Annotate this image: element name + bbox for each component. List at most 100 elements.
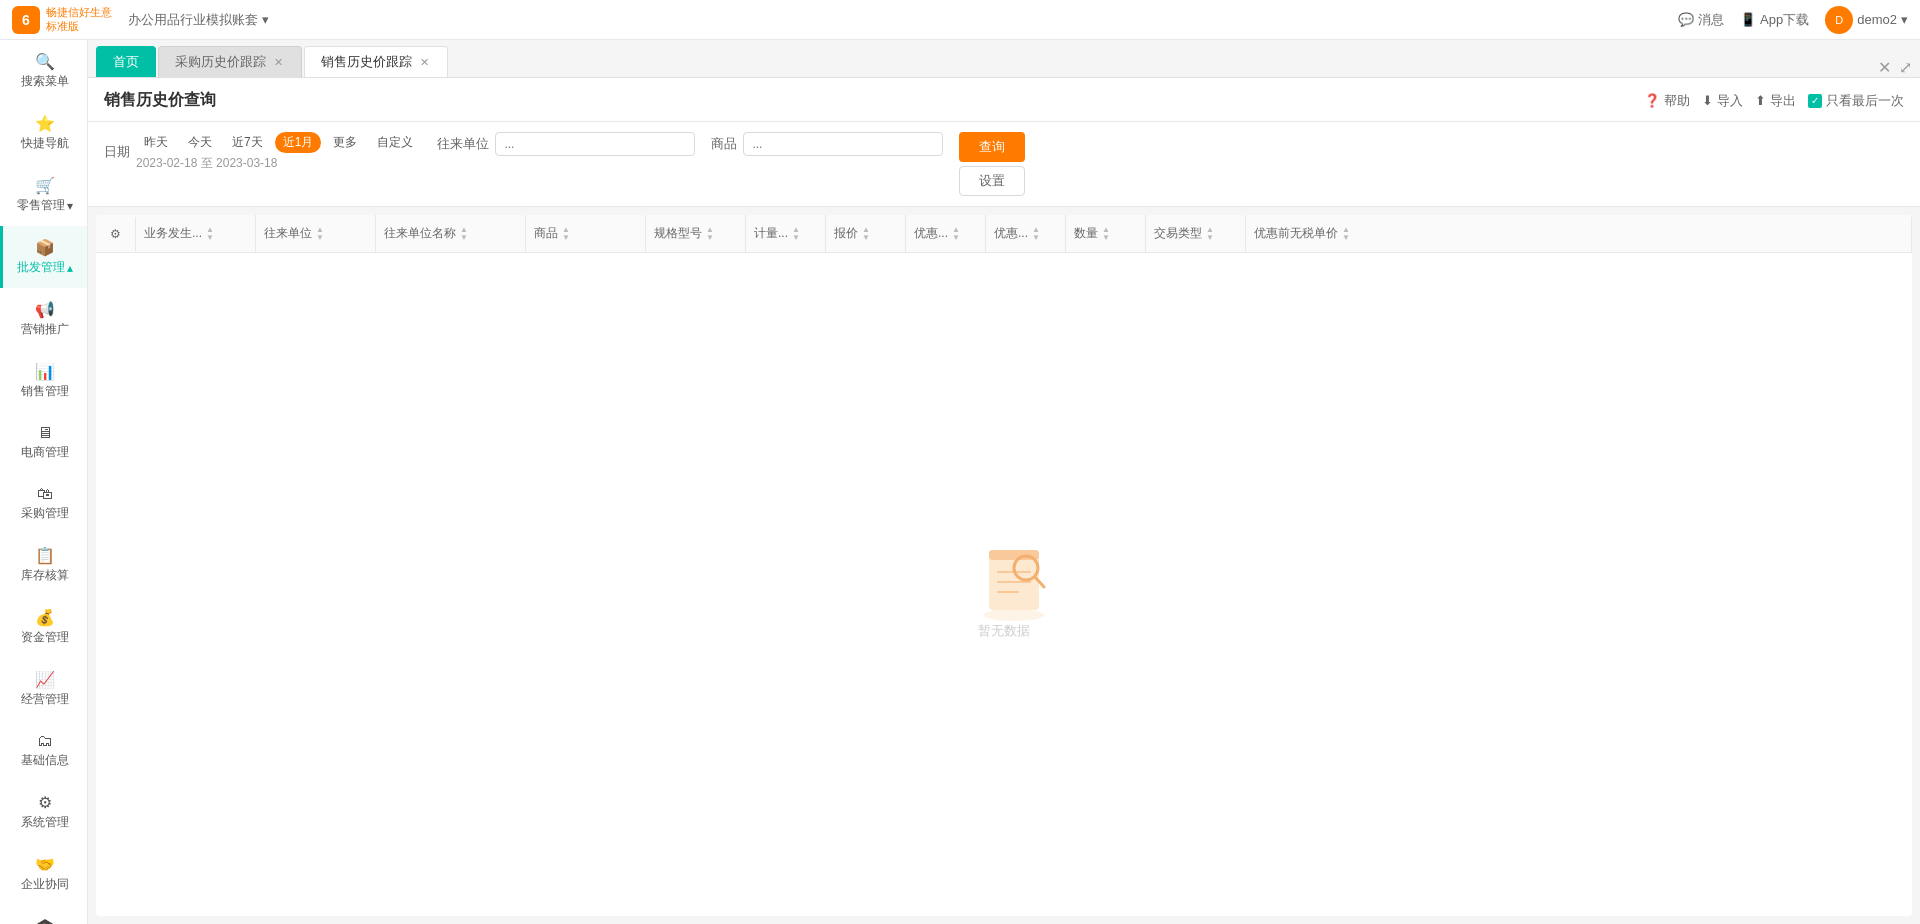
goods-label: 商品 (711, 135, 737, 153)
th-spec[interactable]: 规格型号 ▲▼ (646, 215, 746, 252)
logo-area: 6 畅捷信好生意 标准版 (12, 6, 112, 34)
message-icon: 💬 (1678, 12, 1694, 27)
logo-icon: 6 (12, 6, 40, 34)
sidebar-item-newbie[interactable]: 🎓 新手引导 (0, 905, 87, 924)
header-actions: ❓ 帮助 ⬇ 导入 ⬆ 导出 ✓ 只看最后一次 (1644, 92, 1904, 110)
goods-input-wrapper (743, 132, 943, 156)
user-menu-button[interactable]: D demo2 ▾ (1825, 6, 1908, 34)
th-unit-name[interactable]: 往来单位名称 ▲▼ (376, 215, 526, 252)
sort-icons-pretax: ▲▼ (1342, 226, 1350, 242)
sales-history-tab-close[interactable]: ✕ (418, 55, 431, 70)
logo-text: 畅捷信好生意 标准版 (46, 6, 112, 32)
sidebar-item-operations[interactable]: 📈 经营管理 (0, 658, 87, 720)
date-option-custom[interactable]: 自定义 (369, 132, 421, 153)
sidebar-item-system[interactable]: ⚙ 系统管理 (0, 781, 87, 843)
th-discount2[interactable]: 优惠... ▲▼ (986, 215, 1066, 252)
goods-input[interactable] (743, 132, 943, 156)
sidebar-item-quick-nav[interactable]: ⭐ 快捷导航 (0, 102, 87, 164)
th-qty[interactable]: 数量 ▲▼ (1066, 215, 1146, 252)
th-pretax[interactable]: 优惠前无税单价 ▲▼ (1246, 215, 1912, 252)
expand-icon[interactable]: ⤢ (1899, 58, 1912, 77)
retail-icon: 🛒 (7, 176, 83, 195)
finance-icon: 💰 (7, 608, 83, 627)
sidebar-item-enterprise[interactable]: 🤝 企业协同 (0, 843, 87, 905)
date-options-col: 昨天 今天 近7天 近1月 更多 自定义 2023-02-18 至 2023-0… (136, 132, 421, 172)
settings-button[interactable]: 设置 (959, 166, 1025, 196)
import-button[interactable]: ⬇ 导入 (1702, 92, 1743, 110)
sidebar-item-marketing[interactable]: 📢 营销推广 (0, 288, 87, 350)
sidebar-item-finance[interactable]: 💰 资金管理 (0, 596, 87, 658)
th-unit-code[interactable]: 往来单位 ▲▼ (256, 215, 376, 252)
ecommerce-icon: 🖥 (7, 424, 83, 442)
sidebar-item-purchase-mgmt[interactable]: 🛍 采购管理 (0, 473, 87, 534)
gear-icon: ⚙ (110, 227, 121, 241)
th-gear[interactable]: ⚙ (96, 217, 136, 251)
th-trade-type[interactable]: 交易类型 ▲▼ (1146, 215, 1246, 252)
only-last-checkbox[interactable]: ✓ 只看最后一次 (1808, 92, 1904, 110)
sort-icons-spec: ▲▼ (706, 226, 714, 242)
date-option-today[interactable]: 今天 (180, 132, 220, 153)
sidebar-item-basic-info[interactable]: 🗂 基础信息 (0, 720, 87, 781)
unit-input-wrapper (495, 132, 695, 156)
date-option-last1m[interactable]: 近1月 (275, 132, 322, 153)
home-tab-label: 首页 (113, 53, 139, 71)
sort-icons-quote: ▲▼ (862, 226, 870, 242)
basic-info-icon: 🗂 (7, 732, 83, 750)
marketing-icon: 📢 (7, 300, 83, 319)
page-title-row: 销售历史价查询 ❓ 帮助 ⬇ 导入 ⬆ 导出 ✓ (104, 90, 1904, 111)
date-filter-group: 日期 昨天 今天 近7天 近1月 更多 自定义 2023-02-18 至 202… (104, 132, 421, 172)
industry-selector[interactable]: 办公用品行业模拟账套 ▾ (120, 7, 277, 33)
goods-filter-group: 商品 (711, 132, 943, 156)
empty-state: 暂无数据 (96, 253, 1912, 916)
sales-history-tab-label: 销售历史价跟踪 (321, 53, 412, 71)
query-button[interactable]: 查询 (959, 132, 1025, 162)
chevron-down-icon: ▾ (262, 12, 269, 27)
help-button[interactable]: ❓ 帮助 (1644, 92, 1690, 110)
purchase-icon: 🛍 (7, 485, 83, 503)
th-unit[interactable]: 计量... ▲▼ (746, 215, 826, 252)
messages-button[interactable]: 💬 消息 (1678, 11, 1724, 29)
page-header: 销售历史价查询 ❓ 帮助 ⬇ 导入 ⬆ 导出 ✓ (88, 78, 1920, 122)
th-date[interactable]: 业务发生... ▲▼ (136, 215, 256, 252)
app-download-button[interactable]: 📱 App下载 (1740, 11, 1809, 29)
svg-point-0 (984, 609, 1044, 621)
purchase-history-tab-close[interactable]: ✕ (272, 55, 285, 70)
top-bar-right: 💬 消息 📱 App下载 D demo2 ▾ (1678, 6, 1908, 34)
date-option-yesterday[interactable]: 昨天 (136, 132, 176, 153)
user-chevron-icon: ▾ (1901, 12, 1908, 27)
tab-sales-history[interactable]: 销售历史价跟踪 ✕ (304, 46, 448, 77)
enterprise-icon: 🤝 (7, 855, 83, 874)
sidebar-item-retail-mgmt[interactable]: 🛒 零售管理 ▾ (0, 164, 87, 226)
date-option-last7[interactable]: 近7天 (224, 132, 271, 153)
import-icon: ⬇ (1702, 93, 1713, 108)
th-discount1[interactable]: 优惠... ▲▼ (906, 215, 986, 252)
tab-home[interactable]: 首页 (96, 46, 156, 77)
filter-row: 日期 昨天 今天 近7天 近1月 更多 自定义 2023-02-18 至 202… (88, 122, 1920, 207)
sort-icons-unit: ▲▼ (792, 226, 800, 242)
date-option-more[interactable]: 更多 (325, 132, 365, 153)
th-quote[interactable]: 报价 ▲▼ (826, 215, 906, 252)
export-icon: ⬆ (1755, 93, 1766, 108)
sidebar-item-ecommerce[interactable]: 🖥 电商管理 (0, 412, 87, 473)
purchase-history-tab-label: 采购历史价跟踪 (175, 53, 266, 71)
industry-label: 办公用品行业模拟账套 (128, 11, 258, 29)
sort-icons-date: ▲▼ (206, 226, 214, 242)
close-tab-icon[interactable]: ✕ (1878, 58, 1891, 77)
search-icon: 🔍 (7, 52, 83, 71)
sidebar-item-wholesale-mgmt[interactable]: 📦 批发管理 ▴ (0, 226, 87, 288)
newbie-icon: 🎓 (7, 917, 83, 924)
unit-input[interactable] (495, 132, 695, 156)
sidebar: 🔍 搜索菜单 ⭐ 快捷导航 🛒 零售管理 ▾ 📦 批发管理 ▴ 📢 营销推广 (0, 40, 88, 924)
export-button[interactable]: ⬆ 导出 (1755, 92, 1796, 110)
page-title: 销售历史价查询 (104, 90, 216, 111)
checkbox-icon: ✓ (1808, 94, 1822, 108)
unit-filter-group: 往来单位 (437, 132, 695, 156)
sidebar-item-inventory[interactable]: 📋 库存核算 (0, 534, 87, 596)
star-icon: ⭐ (7, 114, 83, 133)
th-goods[interactable]: 商品 ▲▼ (526, 215, 646, 252)
system-icon: ⚙ (7, 793, 83, 812)
sidebar-item-sales-mgmt[interactable]: 📊 销售管理 (0, 350, 87, 412)
sort-icons-discount1: ▲▼ (952, 226, 960, 242)
sidebar-item-search-menu[interactable]: 🔍 搜索菜单 (0, 40, 87, 102)
tab-purchase-history[interactable]: 采购历史价跟踪 ✕ (158, 46, 302, 77)
